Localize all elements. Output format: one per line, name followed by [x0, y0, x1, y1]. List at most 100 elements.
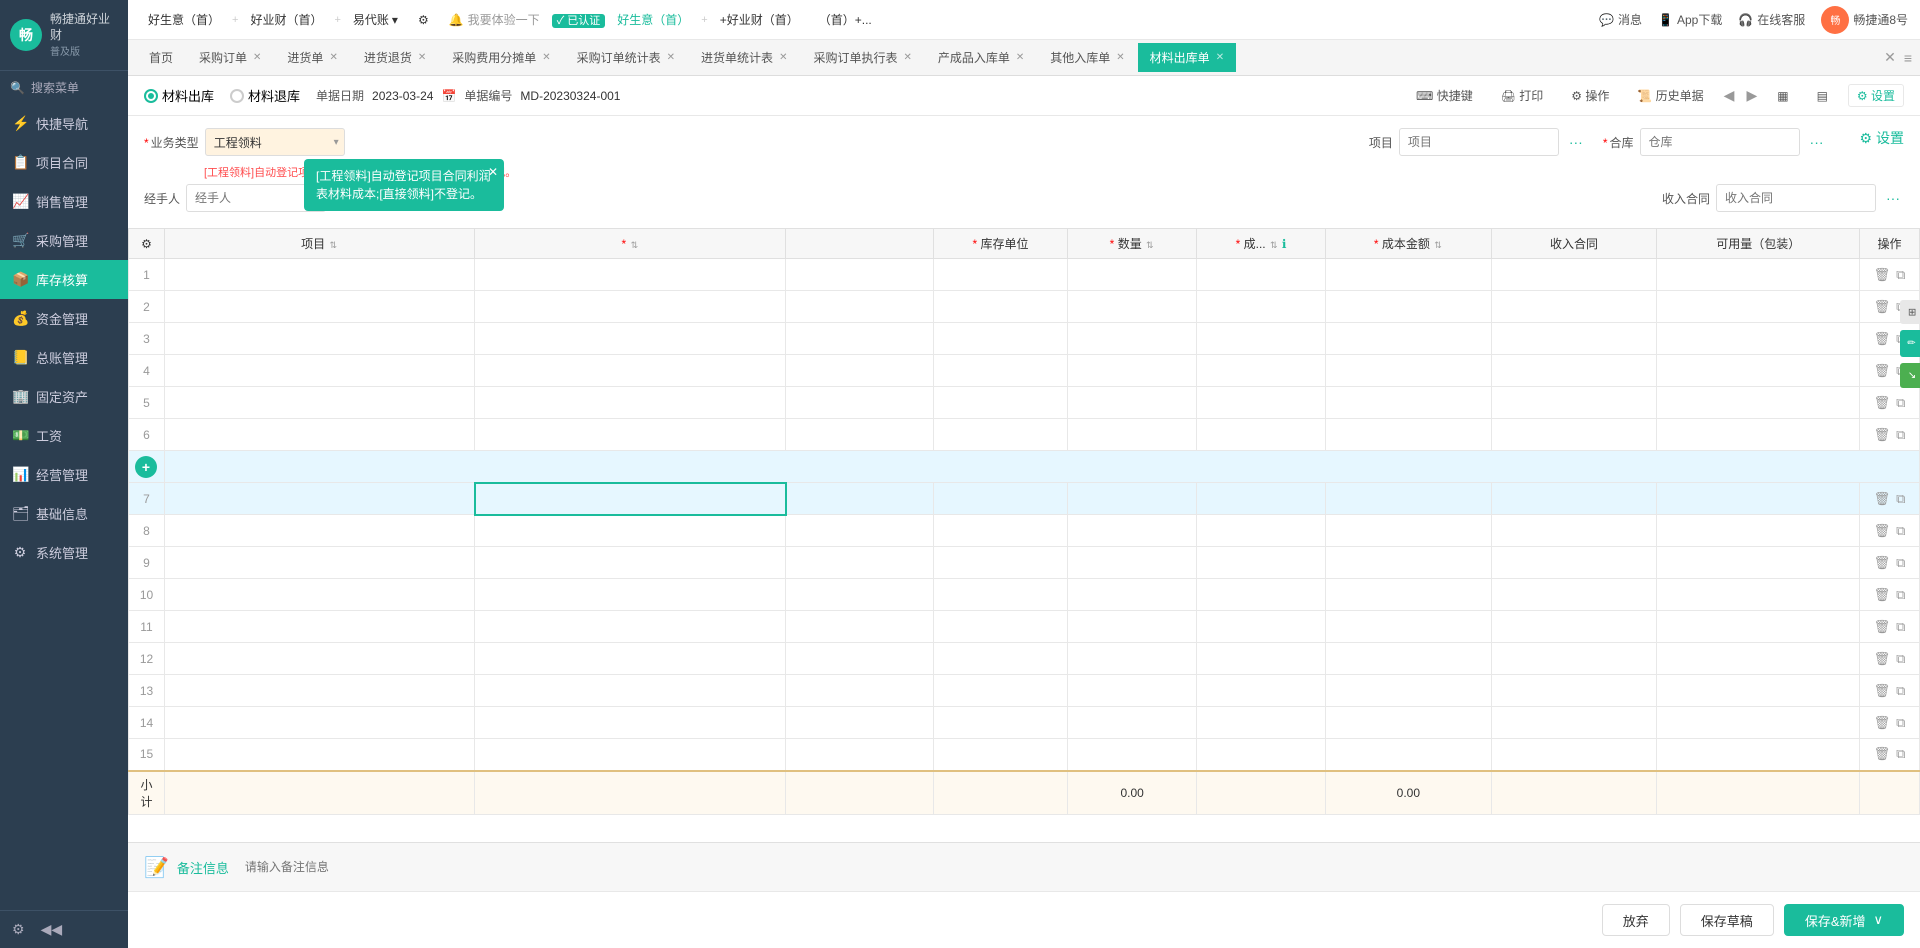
cell-spec-14[interactable] — [786, 707, 933, 739]
message-btn[interactable]: 💬 消息 — [1599, 11, 1642, 28]
user-info[interactable]: 畅 畅捷通8号 — [1821, 6, 1908, 34]
copy-row-15[interactable]: ⧉ — [1896, 746, 1905, 762]
cell-cost-amount-8[interactable] — [1325, 515, 1491, 547]
sidebar-item-project[interactable]: 📋 项目合同 — [0, 143, 128, 182]
cell-available-12[interactable] — [1657, 643, 1860, 675]
cell-project-9[interactable] — [165, 547, 475, 579]
copy-row-12[interactable]: ⧉ — [1896, 651, 1905, 667]
cell-project-12[interactable] — [165, 643, 475, 675]
delete-row-10[interactable]: 🗑 — [1874, 587, 1891, 603]
cell-project-1[interactable] — [165, 259, 475, 291]
cell-qty-2[interactable] — [1068, 291, 1197, 323]
cell-material-14[interactable] — [475, 707, 786, 739]
cell-qty-7[interactable] — [1068, 483, 1197, 515]
tab-other-in[interactable]: 其他入库单 ✕ — [1037, 42, 1137, 73]
cell-cost-13[interactable] — [1197, 675, 1326, 707]
sidebar-item-ledger[interactable]: 📒 总账管理 — [0, 338, 128, 377]
th-material[interactable]: * ⇅ — [475, 229, 786, 259]
cell-income-contract-4[interactable] — [1491, 355, 1657, 387]
income-contract-dots[interactable]: ··· — [1882, 190, 1904, 206]
cell-material-8[interactable] — [475, 515, 786, 547]
cell-cost-amount-1[interactable] — [1325, 259, 1491, 291]
cell-spec-12[interactable] — [786, 643, 933, 675]
cell-available-14[interactable] — [1657, 707, 1860, 739]
top-nav-haoye[interactable]: 好业财（首） — [242, 8, 330, 31]
cell-available-9[interactable] — [1657, 547, 1860, 579]
cell-material-12[interactable] — [475, 643, 786, 675]
cell-qty-1[interactable] — [1068, 259, 1197, 291]
th-cost-amount[interactable]: * 成本金额 ⇅ — [1325, 229, 1491, 259]
sort-cost-icon[interactable]: ⇅ — [1270, 240, 1278, 250]
cell-material-2[interactable] — [475, 291, 786, 323]
tab-purchase-order[interactable]: 采购订单 ✕ — [186, 42, 274, 73]
top-nav-more[interactable]: （首）+... — [811, 8, 880, 31]
cell-available-15[interactable] — [1657, 739, 1860, 771]
cell-material-15[interactable] — [475, 739, 786, 771]
settings-btn[interactable]: ⚙ 设置 — [1848, 84, 1904, 107]
tab-more[interactable]: ≡ — [1904, 50, 1912, 66]
cell-available-11[interactable] — [1657, 611, 1860, 643]
cell-project-14[interactable] — [165, 707, 475, 739]
cell-material-7[interactable] — [475, 483, 786, 515]
cell-qty-13[interactable] — [1068, 675, 1197, 707]
th-income-contract[interactable]: 收入合同 — [1491, 229, 1657, 259]
search-menu[interactable]: 🔍 搜索菜单 — [0, 71, 128, 104]
th-unit[interactable]: * 库存单位 — [933, 229, 1067, 259]
cell-available-4[interactable] — [1657, 355, 1860, 387]
right-float-btn-1[interactable]: ⊞ — [1900, 300, 1920, 324]
cell-spec-1[interactable] — [786, 259, 933, 291]
copy-row-7[interactable]: ⧉ — [1896, 491, 1905, 507]
cell-spec-2[interactable] — [786, 291, 933, 323]
delete-row-12[interactable]: 🗑 — [1874, 651, 1891, 667]
tab-home[interactable]: 首页 — [136, 42, 186, 73]
cell-income-contract-10[interactable] — [1491, 579, 1657, 611]
cell-income-contract-13[interactable] — [1491, 675, 1657, 707]
cell-unit-2[interactable] — [933, 291, 1067, 323]
copy-row-9[interactable]: ⧉ — [1896, 555, 1905, 571]
delete-row-7[interactable]: 🗑 — [1874, 491, 1891, 507]
cell-cost-amount-15[interactable] — [1325, 739, 1491, 771]
cell-cost-amount-9[interactable] — [1325, 547, 1491, 579]
cell-cost-10[interactable] — [1197, 579, 1326, 611]
online-service-btn[interactable]: 🎧 在线客服 — [1738, 11, 1805, 28]
copy-row-13[interactable]: ⧉ — [1896, 683, 1905, 699]
notes-input[interactable] — [245, 851, 1904, 883]
cell-qty-4[interactable] — [1068, 355, 1197, 387]
cell-project-4[interactable] — [165, 355, 475, 387]
app-download-btn[interactable]: 📱 App下载 — [1658, 11, 1722, 28]
delete-row-8[interactable]: 🗑 — [1874, 523, 1891, 539]
cell-cost-7[interactable] — [1197, 483, 1326, 515]
cell-spec-4[interactable] — [786, 355, 933, 387]
th-available[interactable]: 可用量（包装） — [1657, 229, 1860, 259]
cell-material-10[interactable] — [475, 579, 786, 611]
delete-row-9[interactable]: 🗑 — [1874, 555, 1891, 571]
tab-incoming[interactable]: 进货单 ✕ — [274, 42, 350, 73]
cell-spec-8[interactable] — [786, 515, 933, 547]
th-qty[interactable]: * 数量 ⇅ — [1068, 229, 1197, 259]
cell-income-contract-6[interactable] — [1491, 419, 1657, 451]
cell-material-5[interactable] — [475, 387, 786, 419]
cell-qty-3[interactable] — [1068, 323, 1197, 355]
delete-row-5[interactable]: 🗑 — [1874, 395, 1891, 411]
delete-row-2[interactable]: 🗑 — [1874, 299, 1891, 315]
copy-row-5[interactable]: ⧉ — [1896, 395, 1905, 411]
delete-row-14[interactable]: 🗑 — [1874, 715, 1891, 731]
cell-cost-14[interactable] — [1197, 707, 1326, 739]
sidebar-item-purchase[interactable]: 🛒 采购管理 — [0, 221, 128, 260]
sidebar-item-sales[interactable]: 📈 销售管理 — [0, 182, 128, 221]
delete-row-1[interactable]: 🗑 — [1874, 267, 1891, 283]
cell-material-1[interactable] — [475, 259, 786, 291]
cell-cost-5[interactable] — [1197, 387, 1326, 419]
tab-incoming-stats[interactable]: 进货单统计表 ✕ — [688, 42, 800, 73]
cell-unit-12[interactable] — [933, 643, 1067, 675]
tab-purchase-exec[interactable]: 采购订单执行表 ✕ — [800, 42, 924, 73]
cell-cost-amount-14[interactable] — [1325, 707, 1491, 739]
cell-project-2[interactable] — [165, 291, 475, 323]
cell-unit-5[interactable] — [933, 387, 1067, 419]
cell-material-11[interactable] — [475, 611, 786, 643]
cell-unit-4[interactable] — [933, 355, 1067, 387]
cell-project-11[interactable] — [165, 611, 475, 643]
cell-project-5[interactable] — [165, 387, 475, 419]
cell-cost-amount-6[interactable] — [1325, 419, 1491, 451]
top-nav-experience[interactable]: 🔔 我要体验一下 — [449, 11, 540, 28]
